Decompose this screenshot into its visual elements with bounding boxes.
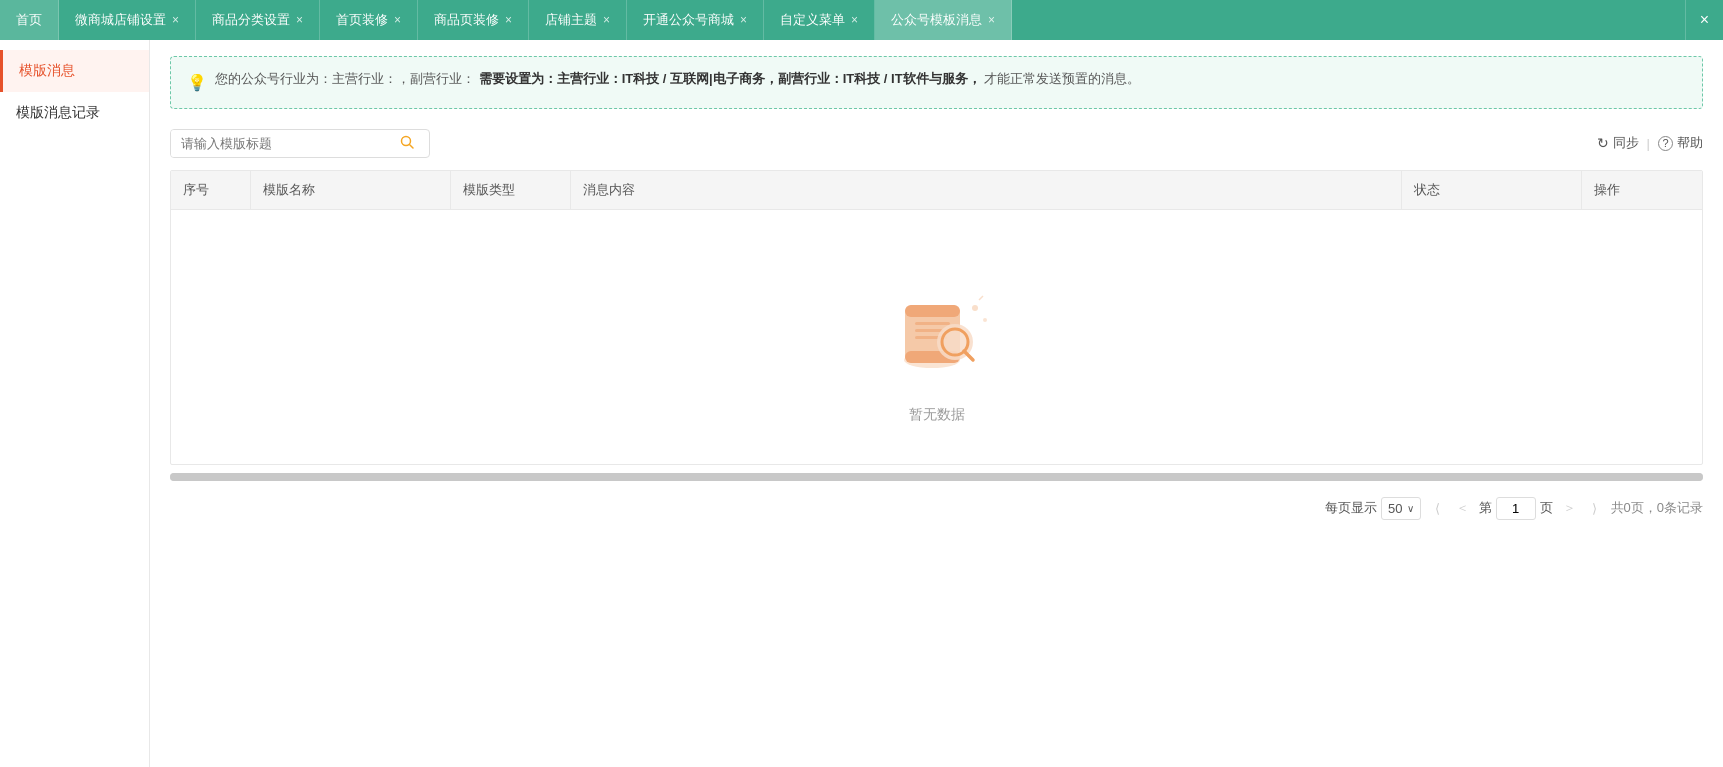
scrollbar-thumb[interactable] — [170, 473, 1703, 481]
last-page-button[interactable]: ⟩ — [1586, 499, 1603, 518]
tab-product-category[interactable]: 商品分类设置× — [196, 0, 320, 40]
page-nav: ⟨ ＜ 第 页 ＞ ⟩ — [1429, 497, 1603, 520]
table-col-name: 模版名称 — [251, 171, 451, 209]
help-icon: ? — [1658, 136, 1673, 151]
horizontal-scrollbar[interactable] — [170, 473, 1703, 481]
tab-template-msg[interactable]: 公众号模板消息× — [875, 0, 1012, 40]
tab-close-open-mall[interactable]: × — [740, 13, 747, 27]
sync-icon: ↻ — [1597, 135, 1609, 151]
tab-store-theme[interactable]: 店铺主题× — [529, 0, 627, 40]
notice-icon: 💡 — [187, 70, 207, 96]
svg-point-13 — [983, 318, 987, 322]
sync-button[interactable]: ↻ 同步 — [1597, 134, 1639, 152]
page-size-value: 50 — [1388, 501, 1402, 516]
svg-line-14 — [979, 296, 983, 300]
svg-rect-4 — [905, 305, 960, 317]
search-actions: ↻ 同步 | ? 帮助 — [1597, 134, 1703, 152]
divider: | — [1647, 136, 1650, 151]
sidebar-item-template-msg-record[interactable]: 模版消息记录 — [0, 92, 149, 134]
page-label: 第 — [1479, 499, 1492, 517]
tab-product-decor[interactable]: 商品页装修× — [418, 0, 529, 40]
table: 序号模版名称模版类型消息内容状态操作 — [170, 170, 1703, 465]
tab-bar: 首页微商城店铺设置×商品分类设置×首页装修×商品页装修×店铺主题×开通公众号商城… — [0, 0, 1723, 40]
notice-text: 您的公众号行业为：主营行业：，副营行业： 需要设置为：主营行业：IT科技 / 互… — [215, 69, 1140, 90]
search-field-wrapper — [170, 129, 430, 158]
help-button[interactable]: ? 帮助 — [1658, 134, 1703, 152]
table-col-index: 序号 — [171, 171, 251, 209]
tab-home[interactable]: 首页 — [0, 0, 59, 40]
notice-banner: 💡 您的公众号行业为：主营行业：，副营行业： 需要设置为：主营行业：IT科技 /… — [170, 56, 1703, 109]
tab-close-product-category[interactable]: × — [296, 13, 303, 27]
tab-close-template-msg[interactable]: × — [988, 13, 995, 27]
total-info: 共0页，0条记录 — [1611, 499, 1703, 517]
content-area: 💡 您的公众号行业为：主营行业：，副营行业： 需要设置为：主营行业：IT科技 /… — [150, 40, 1723, 767]
table-header: 序号模版名称模版类型消息内容状态操作 — [171, 171, 1702, 210]
page-unit: 页 — [1540, 499, 1553, 517]
search-button[interactable] — [391, 134, 423, 153]
table-col-action: 操作 — [1582, 171, 1702, 209]
svg-rect-6 — [915, 322, 950, 325]
tab-custom-menu[interactable]: 自定义菜单× — [764, 0, 875, 40]
sidebar: 模版消息模版消息记录 — [0, 40, 150, 767]
svg-rect-7 — [915, 329, 943, 332]
table-col-type: 模版类型 — [451, 171, 571, 209]
page-size-select-box[interactable]: 50 ∨ — [1381, 497, 1420, 520]
tab-wsc-store[interactable]: 微商城店铺设置× — [59, 0, 196, 40]
tab-home-decor[interactable]: 首页装修× — [320, 0, 418, 40]
tab-open-mall[interactable]: 开通公众号商城× — [627, 0, 764, 40]
tab-close-custom-menu[interactable]: × — [851, 13, 858, 27]
svg-line-1 — [410, 144, 414, 148]
tab-close-wsc-store[interactable]: × — [172, 13, 179, 27]
page-size-selector: 每页显示 50 ∨ — [1325, 497, 1420, 520]
tab-close-store-theme[interactable]: × — [603, 13, 610, 27]
tab-close-home-decor[interactable]: × — [394, 13, 401, 27]
empty-state: 暂无数据 — [171, 210, 1702, 464]
next-page-button[interactable]: ＞ — [1557, 497, 1582, 519]
tab-close-product-decor[interactable]: × — [505, 13, 512, 27]
search-icon — [399, 134, 415, 150]
empty-illustration — [877, 270, 997, 390]
help-label: 帮助 — [1677, 134, 1703, 152]
svg-point-12 — [972, 305, 978, 311]
search-bar: ↻ 同步 | ? 帮助 — [170, 129, 1703, 158]
page-number-input[interactable] — [1496, 497, 1536, 520]
table-col-status: 状态 — [1402, 171, 1582, 209]
main-layout: 模版消息模版消息记录 💡 您的公众号行业为：主营行业：，副营行业： 需要设置为：… — [0, 40, 1723, 767]
prev-page-button[interactable]: ＜ — [1450, 497, 1475, 519]
sidebar-item-template-msg[interactable]: 模版消息 — [0, 50, 149, 92]
pagination: 每页显示 50 ∨ ⟨ ＜ 第 页 ＞ ⟩ 共0页，0条记录 — [170, 497, 1703, 520]
table-col-content: 消息内容 — [571, 171, 1402, 209]
sync-label: 同步 — [1613, 134, 1639, 152]
per-page-label: 每页显示 — [1325, 499, 1377, 517]
first-page-button[interactable]: ⟨ — [1429, 499, 1446, 518]
search-input[interactable] — [171, 130, 391, 157]
chevron-down-icon: ∨ — [1407, 503, 1414, 514]
global-close-button[interactable]: × — [1685, 0, 1723, 40]
empty-text: 暂无数据 — [909, 406, 965, 424]
